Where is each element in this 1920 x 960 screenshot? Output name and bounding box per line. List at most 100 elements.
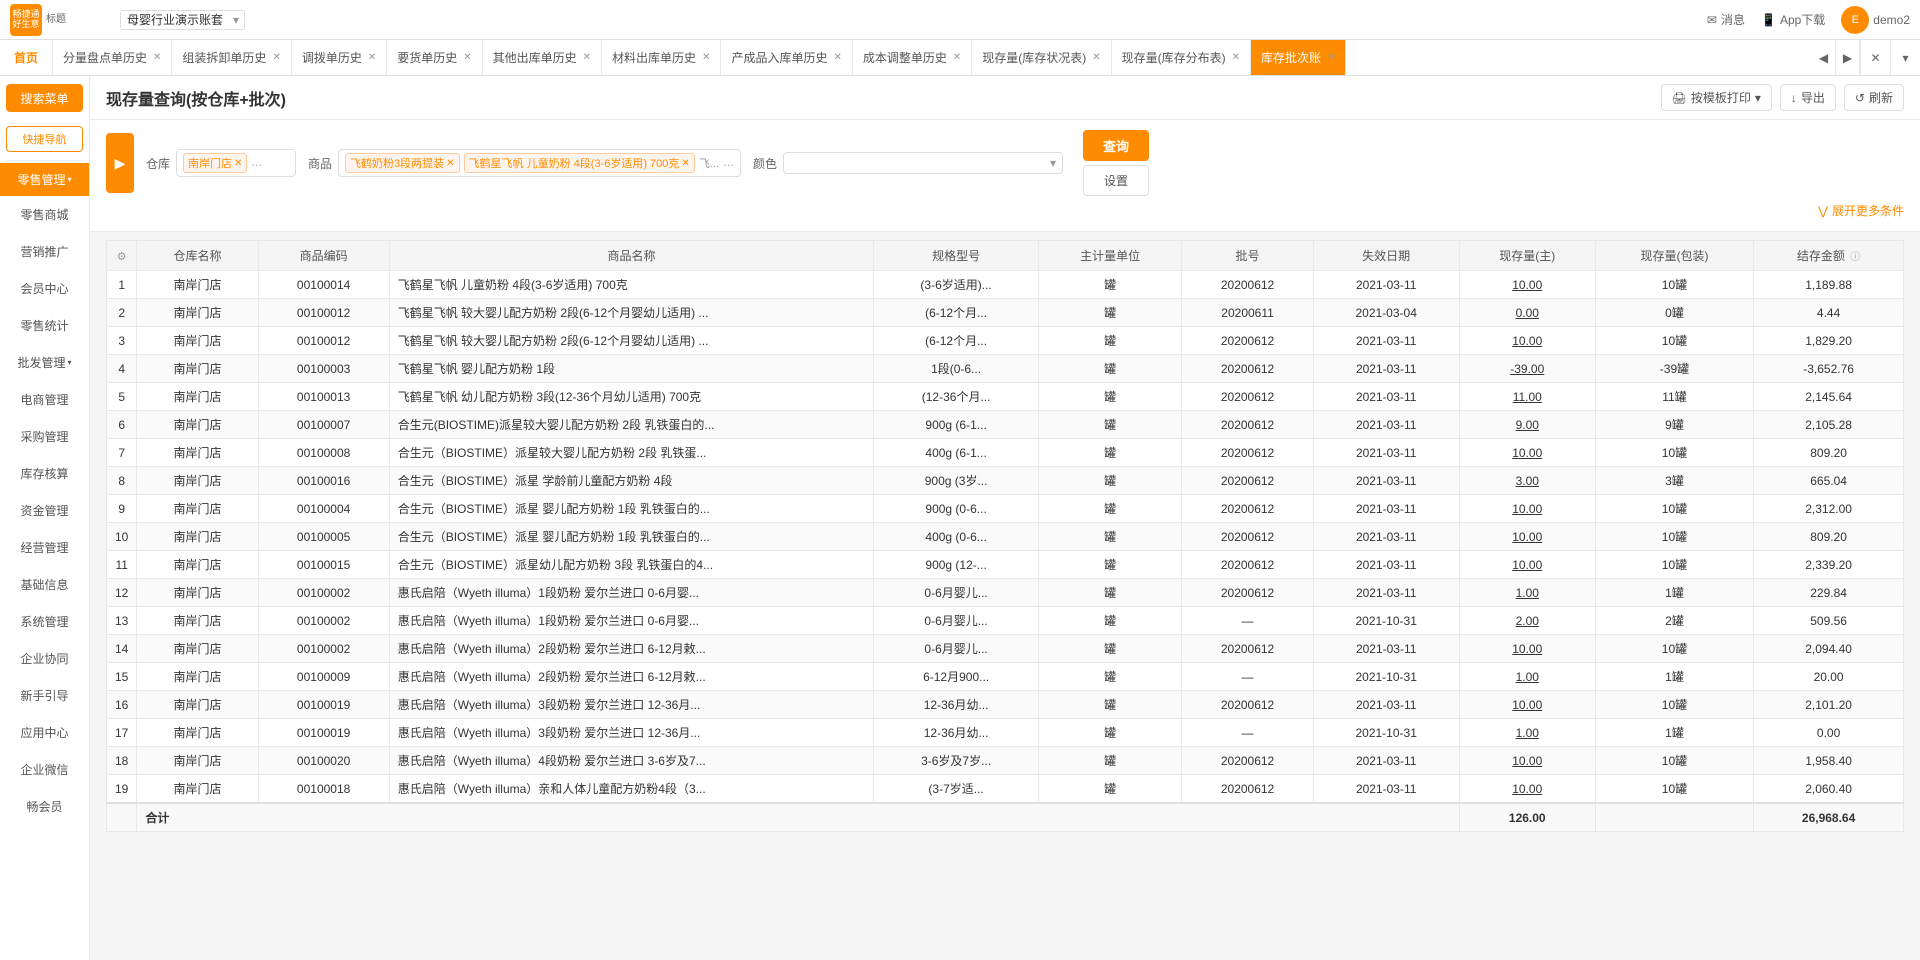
tab-yaohuo-close[interactable]: ✕ (463, 52, 471, 63)
sidebar-item-purchase[interactable]: 采购管理 (4, 420, 85, 453)
tab-fenliang-close[interactable]: ✕ (153, 52, 161, 63)
user-menu[interactable]: E demo2 (1841, 6, 1910, 34)
settings-btn[interactable]: 设置 (1083, 165, 1149, 196)
sidebar-item-retail[interactable]: 零售管理 ▾ (0, 163, 89, 196)
cell-warehouse: 南岸门店 (137, 691, 258, 719)
tab-menu-btn[interactable]: ▾ (1890, 40, 1920, 75)
cell-qty-main[interactable]: 10.00 (1459, 327, 1595, 355)
tab-xiancunzhuang-close[interactable]: ✕ (1092, 52, 1100, 63)
product-more-tag[interactable]: 飞... (699, 155, 719, 171)
sidebar-item-operations[interactable]: 经营管理 (4, 531, 85, 564)
cell-qty-main[interactable]: 10.00 (1459, 439, 1595, 467)
product-tag-2[interactable]: 飞鹤星飞帆 儿童奶粉 4段(3-6岁适用) 700克 ✕ (464, 153, 695, 173)
sidebar-item-marketing[interactable]: 营销推广 (4, 235, 85, 268)
tab-cailiao-close[interactable]: ✕ (702, 52, 710, 63)
quick-nav-btn[interactable]: 快捷导航 (6, 126, 83, 152)
tab-zuzhuan-close[interactable]: ✕ (272, 52, 280, 63)
tab-chanpinruku[interactable]: 产成品入库单历史 ✕ (721, 40, 852, 75)
tab-cailiao[interactable]: 材料出库单历史 ✕ (602, 40, 721, 75)
tab-zuzhuan[interactable]: 组装拆卸单历史 ✕ (172, 40, 291, 75)
sidebar-item-retailstats[interactable]: 零售统计 (4, 309, 85, 342)
tab-xiancunfenbu-close[interactable]: ✕ (1232, 52, 1240, 63)
sidebar-item-system[interactable]: 系统管理 (4, 605, 85, 638)
sidebar-item-appcenter[interactable]: 应用中心 (4, 716, 85, 749)
cell-qty-main[interactable]: 1.00 (1459, 579, 1595, 607)
cell-qty-main[interactable]: 10.00 (1459, 495, 1595, 523)
cell-qty-main[interactable]: 9.00 (1459, 411, 1595, 439)
message-btn[interactable]: ✉ 消息 (1707, 11, 1745, 28)
tab-chengbentiaoz-close[interactable]: ✕ (953, 52, 961, 63)
sidebar-item-collab[interactable]: 企业协同 (4, 642, 85, 675)
avatar: E (1841, 6, 1869, 34)
cell-qty-main[interactable]: 10.00 (1459, 551, 1595, 579)
cell-expiry: 2021-10-31 (1313, 607, 1459, 635)
cell-qty-main[interactable]: 1.00 (1459, 663, 1595, 691)
search-menu-btn[interactable]: 搜索菜单 (6, 84, 83, 112)
tab-diaob-close[interactable]: ✕ (368, 52, 376, 63)
sidebar-item-inventory[interactable]: 库存核算 (4, 457, 85, 490)
cell-num: 9 (107, 495, 137, 523)
product-tag-1[interactable]: 飞鹤奶粉3段两提装 ✕ (345, 153, 460, 173)
cell-qty-main[interactable]: 10.00 (1459, 271, 1595, 299)
tab-xiancunzhuang[interactable]: 现存量(库存状况表) ✕ (972, 40, 1111, 75)
cell-qty-main[interactable]: 10.00 (1459, 775, 1595, 804)
tab-xiancunfenbu[interactable]: 现存量(库存分布表) ✕ (1112, 40, 1251, 75)
cell-batch: — (1182, 719, 1313, 747)
cell-qty-main[interactable]: -39.00 (1459, 355, 1595, 383)
cell-qty-main[interactable]: 10.00 (1459, 747, 1595, 775)
cell-qty-main[interactable]: 11.00 (1459, 383, 1595, 411)
cell-num: 5 (107, 383, 137, 411)
cell-qty-main[interactable]: 3.00 (1459, 467, 1595, 495)
product-tag-2-close[interactable]: ✕ (681, 158, 689, 169)
tab-close-btn[interactable]: ✕ (1860, 40, 1890, 75)
export-btn[interactable]: ↓ 导出 (1780, 84, 1836, 111)
tab-chengbentiaoz[interactable]: 成本调整单历史 ✕ (853, 40, 972, 75)
sidebar-item-corpwechat[interactable]: 企业微信 (4, 753, 85, 786)
industry-select[interactable]: 母婴行业演示账套 (120, 10, 245, 30)
filter-expand-btn[interactable]: ⋁ 展开更多条件 (1818, 202, 1904, 219)
sidebar-item-member[interactable]: 会员中心 (4, 272, 85, 305)
sidebar-item-ecommerce[interactable]: 电商管理 (4, 383, 85, 416)
tab-diaob[interactable]: 调拨单历史 ✕ (292, 40, 387, 75)
refresh-btn[interactable]: ↺ 刷新 (1844, 84, 1904, 111)
cell-qty-main[interactable]: 10.00 (1459, 523, 1595, 551)
tab-next-btn[interactable]: ▶ (1836, 40, 1860, 75)
print-btn[interactable]: 🖨 按模板打印 ▾ (1661, 84, 1772, 111)
table-settings-icon[interactable]: ⚙ (117, 251, 127, 263)
industry-selector[interactable]: 母婴行业演示账套 (110, 10, 245, 30)
cell-batch: 20200612 (1182, 271, 1313, 299)
cell-qty-main[interactable]: 10.00 (1459, 635, 1595, 663)
warehouse-tag[interactable]: 南岸门店 ✕ (183, 153, 247, 173)
filter-toggle-btn[interactable]: ▶ (106, 133, 134, 193)
warehouse-tag-close[interactable]: ✕ (234, 158, 242, 169)
tab-prev-btn[interactable]: ◀ (1812, 40, 1836, 75)
tab-chanpinruku-close[interactable]: ✕ (833, 52, 841, 63)
product-filter-input[interactable]: 飞鹤奶粉3段两提装 ✕ 飞鹤星飞帆 儿童奶粉 4段(3-6岁适用) 700克 ✕… (338, 149, 741, 177)
sidebar-item-basicinfo[interactable]: 基础信息 (4, 568, 85, 601)
color-filter-input[interactable]: ▾ (783, 152, 1063, 174)
tab-qita-close[interactable]: ✕ (583, 52, 591, 63)
cell-qty-main[interactable]: 10.00 (1459, 691, 1595, 719)
cell-qty-main[interactable]: 0.00 (1459, 299, 1595, 327)
query-btn[interactable]: 查询 (1083, 130, 1149, 161)
app-download-btn[interactable]: 📱 App下载 (1761, 11, 1825, 28)
tab-kucunpicizh-close[interactable]: ✕ (1327, 52, 1335, 63)
tab-kucunpicizh[interactable]: 库存批次账 ✕ (1251, 40, 1346, 75)
sidebar-item-retailshop[interactable]: 零售商城 (4, 198, 85, 231)
tab-yaohuo[interactable]: 要货单历史 ✕ (387, 40, 482, 75)
warehouse-filter-input[interactable]: 南岸门店 ✕ … (176, 149, 296, 177)
th-settings[interactable]: ⚙ (107, 241, 137, 271)
tab-home[interactable]: 首页 (0, 40, 53, 75)
product-tag-1-close[interactable]: ✕ (446, 158, 454, 169)
sidebar-item-finance[interactable]: 资金管理 (4, 494, 85, 527)
balance-info-icon[interactable]: ⓘ (1850, 252, 1860, 263)
sidebar-item-guide[interactable]: 新手引导 (4, 679, 85, 712)
cell-qty-main[interactable]: 1.00 (1459, 719, 1595, 747)
cell-qty-main[interactable]: 2.00 (1459, 607, 1595, 635)
sidebar-item-wholesale[interactable]: 批发管理 ▾ (4, 346, 85, 379)
sidebar-item-vip[interactable]: 畅会员 (4, 790, 85, 823)
cell-code: 00100012 (258, 299, 389, 327)
tab-qita[interactable]: 其他出库单历史 ✕ (483, 40, 602, 75)
cell-spec: 0-6月婴儿... (874, 635, 1039, 663)
tab-fenliang[interactable]: 分量盘点单历史 ✕ (53, 40, 172, 75)
